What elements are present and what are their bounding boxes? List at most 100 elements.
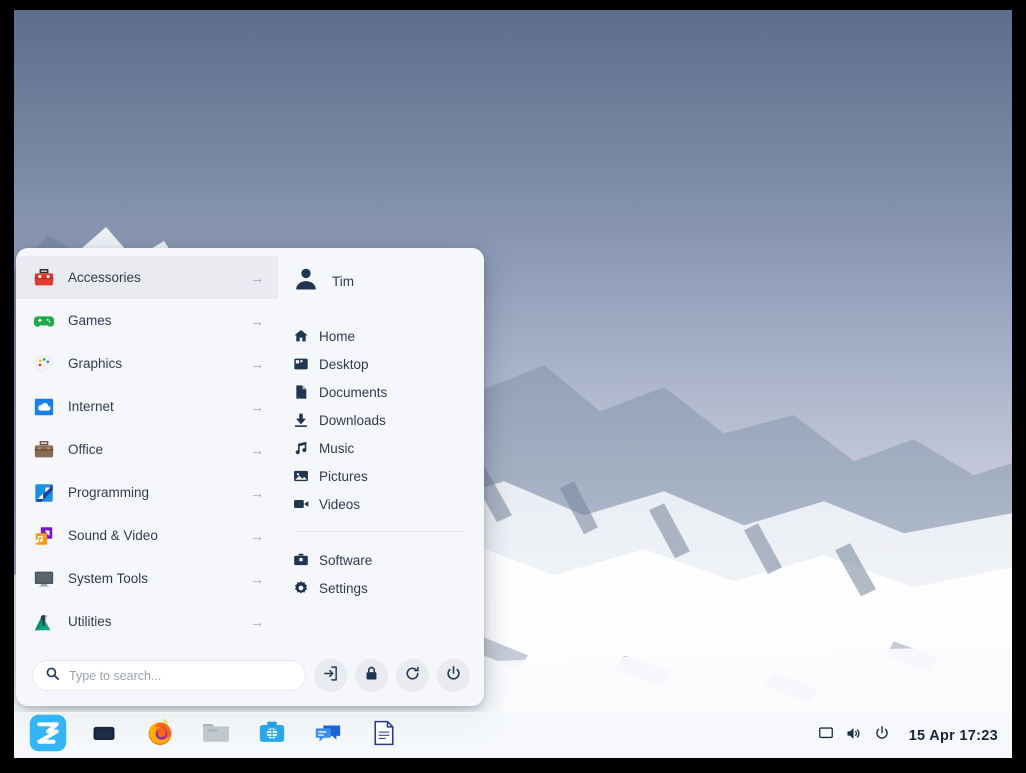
folder-icon: [200, 717, 232, 754]
music-note-icon: [32, 524, 56, 548]
monitor-icon: [32, 567, 56, 591]
chevron-right-icon: →: [250, 484, 264, 501]
shutdown-button[interactable]: [437, 659, 470, 692]
messages-launcher[interactable]: [302, 713, 354, 759]
firefox-launcher[interactable]: [134, 713, 186, 759]
chevron-right-icon: →: [250, 441, 264, 458]
place-item-settings[interactable]: Settings: [292, 574, 484, 602]
volume-icon: [845, 725, 862, 747]
category-item-utilities[interactable]: Utilities →: [16, 600, 278, 643]
category-label: Utilities: [68, 614, 112, 629]
category-item-office[interactable]: Office →: [16, 428, 278, 471]
download-icon: [292, 412, 309, 429]
category-item-internet[interactable]: Internet →: [16, 385, 278, 428]
search-box[interactable]: [32, 660, 306, 691]
category-item-programming[interactable]: Programming →: [16, 471, 278, 514]
taskbar-launchers: [14, 713, 410, 759]
category-item-system-tools[interactable]: System Tools →: [16, 557, 278, 600]
restart-button[interactable]: [396, 659, 429, 692]
category-label: Graphics: [68, 356, 123, 371]
desktop-screen: Accessories → Games → Graphics → Interne…: [14, 10, 1012, 758]
display-tray-icon[interactable]: [813, 713, 839, 759]
place-label: Documents: [319, 384, 388, 400]
category-label: Games: [68, 313, 112, 328]
category-item-accessories[interactable]: Accessories →: [16, 256, 278, 299]
gear-icon: [292, 580, 309, 597]
place-label: Desktop: [319, 356, 369, 372]
taskbar: 15 Apr 17:23: [14, 712, 1012, 758]
picture-icon: [292, 468, 309, 485]
user-name: Tim: [332, 273, 354, 289]
category-label: System Tools: [68, 571, 149, 586]
chevron-right-icon: →: [250, 398, 264, 415]
search-icon: [45, 666, 60, 686]
zorin-menu-button[interactable]: [22, 713, 74, 759]
chevron-right-icon: →: [250, 312, 264, 329]
desktop-icon: [292, 356, 309, 373]
toolbox-icon: [32, 266, 56, 290]
place-item-music[interactable]: Music: [292, 434, 484, 462]
chevron-right-icon: →: [250, 527, 264, 544]
place-item-videos[interactable]: Videos: [292, 490, 484, 518]
chevron-right-icon: →: [250, 613, 264, 630]
chat-bubbles-icon: [313, 718, 343, 753]
writer-launcher[interactable]: [358, 713, 410, 759]
firefox-icon: [144, 717, 176, 754]
menu-footer: [16, 659, 484, 706]
place-item-desktop[interactable]: Desktop: [292, 350, 484, 378]
clock[interactable]: 15 Apr 17:23: [909, 728, 998, 744]
palette-icon: [32, 352, 56, 376]
menu-body: Accessories → Games → Graphics → Interne…: [16, 248, 484, 659]
volume-tray-icon[interactable]: [841, 713, 867, 759]
display-icon: [818, 725, 834, 746]
place-label: Music: [319, 440, 355, 456]
gamepad-icon: [32, 309, 56, 333]
place-item-pictures[interactable]: Pictures: [292, 462, 484, 490]
restart-icon: [404, 665, 421, 687]
category-label: Internet: [68, 399, 114, 414]
category-label: Accessories: [68, 270, 141, 285]
code-editor-icon: [32, 481, 56, 505]
software-bag-icon: [257, 718, 287, 753]
system-tray: 15 Apr 17:23: [813, 713, 1012, 758]
video-camera-icon: [292, 496, 309, 513]
places-divider: [294, 531, 466, 532]
document-icon: [292, 384, 309, 401]
place-label: Videos: [319, 496, 361, 512]
power-icon: [874, 725, 890, 746]
briefcase-icon: [32, 438, 56, 462]
home-icon: [292, 328, 309, 345]
category-item-graphics[interactable]: Graphics →: [16, 342, 278, 385]
software-bag-icon: [292, 552, 309, 569]
libreoffice-writer-icon: [370, 719, 398, 752]
files-launcher[interactable]: [190, 713, 242, 759]
category-list: Accessories → Games → Graphics → Interne…: [16, 248, 278, 659]
zorin-logo-icon: [29, 714, 67, 757]
place-label: Software: [319, 552, 373, 568]
user-entry[interactable]: Tim: [292, 258, 484, 304]
lock-icon: [363, 665, 380, 687]
user-avatar-icon: [292, 265, 320, 298]
lock-button[interactable]: [355, 659, 388, 692]
show-desktop-button[interactable]: [78, 713, 130, 759]
place-label: Downloads: [319, 412, 386, 428]
power-tray-icon[interactable]: [869, 713, 895, 759]
log-out-button[interactable]: [314, 659, 347, 692]
place-item-software[interactable]: Software: [292, 546, 484, 574]
application-menu: Accessories → Games → Graphics → Interne…: [16, 248, 484, 706]
cloud-icon: [32, 395, 56, 419]
category-label: Programming: [68, 485, 150, 500]
search-input[interactable]: [69, 668, 293, 683]
category-item-games[interactable]: Games →: [16, 299, 278, 342]
category-item-sound-video[interactable]: Sound & Video →: [16, 514, 278, 557]
place-label: Home: [319, 328, 356, 344]
place-item-downloads[interactable]: Downloads: [292, 406, 484, 434]
place-item-home[interactable]: Home: [292, 322, 484, 350]
show-desktop-icon: [90, 719, 118, 752]
software-launcher[interactable]: [246, 713, 298, 759]
places-panel: Tim Home Desktop Documents Downloads Mus…: [278, 248, 484, 659]
power-icon: [445, 665, 462, 687]
place-label: Settings: [319, 580, 368, 596]
chevron-right-icon: →: [250, 269, 264, 286]
place-item-documents[interactable]: Documents: [292, 378, 484, 406]
